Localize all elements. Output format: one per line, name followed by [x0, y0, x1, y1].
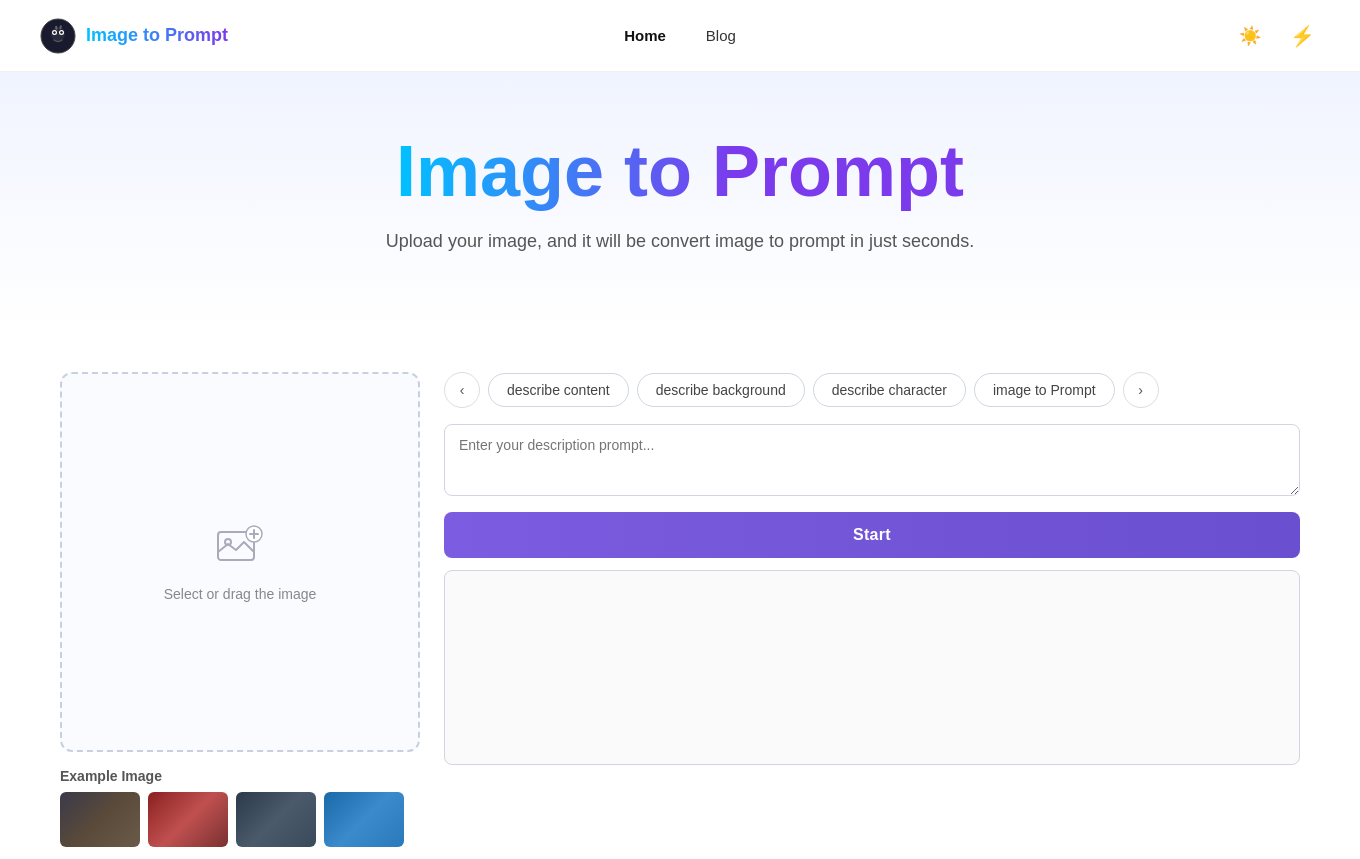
hero-section: Image to Prompt Upload your image, and i… [0, 72, 1360, 332]
tab-describe-background[interactable]: describe background [637, 373, 805, 407]
output-area [444, 570, 1300, 765]
svg-point-5 [60, 31, 62, 33]
header: Image to Prompt Home Blog ☀️ ⚡ [0, 0, 1360, 72]
prompt-textarea[interactable] [444, 424, 1300, 496]
svg-point-4 [53, 31, 55, 33]
example-image-3[interactable] [236, 792, 316, 847]
tabs-bar: ‹ describe content describe background d… [444, 372, 1300, 408]
tab-image-to-prompt[interactable]: image to Prompt [974, 373, 1115, 407]
tabs-next-button[interactable]: › [1123, 372, 1159, 408]
translate-icon: ⚡ [1290, 24, 1315, 48]
theme-toggle-button[interactable]: ☀️ [1232, 18, 1268, 54]
example-label: Example Image [60, 768, 420, 784]
sun-icon: ☀️ [1239, 25, 1261, 47]
hero-title-text: Image to Prompt [396, 131, 964, 211]
hero-title: Image to Prompt [40, 132, 1320, 211]
tab-describe-content[interactable]: describe content [488, 373, 629, 407]
language-toggle-button[interactable]: ⚡ [1284, 18, 1320, 54]
upload-icon [214, 522, 266, 574]
example-image-4[interactable] [324, 792, 404, 847]
upload-instruction: Select or drag the image [164, 586, 317, 602]
upload-dropzone[interactable]: Select or drag the image [60, 372, 420, 752]
main-nav: Home Blog [624, 27, 736, 44]
upload-section: Select or drag the image Example Image [60, 372, 420, 847]
start-button[interactable]: Start [444, 512, 1300, 558]
header-actions: ☀️ ⚡ [1232, 18, 1320, 54]
example-image-1[interactable] [60, 792, 140, 847]
example-images [60, 792, 420, 847]
prompt-section: ‹ describe content describe background d… [444, 372, 1300, 847]
example-image-2[interactable] [148, 792, 228, 847]
main-content: Select or drag the image Example Image ‹… [0, 332, 1360, 859]
nav-blog[interactable]: Blog [706, 27, 736, 44]
hero-subtitle: Upload your image, and it will be conver… [40, 231, 1320, 252]
logo-area[interactable]: Image to Prompt [40, 18, 228, 54]
tabs-prev-button[interactable]: ‹ [444, 372, 480, 408]
tab-describe-character[interactable]: describe character [813, 373, 966, 407]
nav-home[interactable]: Home [624, 27, 666, 44]
logo-text: Image to Prompt [86, 25, 228, 46]
logo-icon [40, 18, 76, 54]
